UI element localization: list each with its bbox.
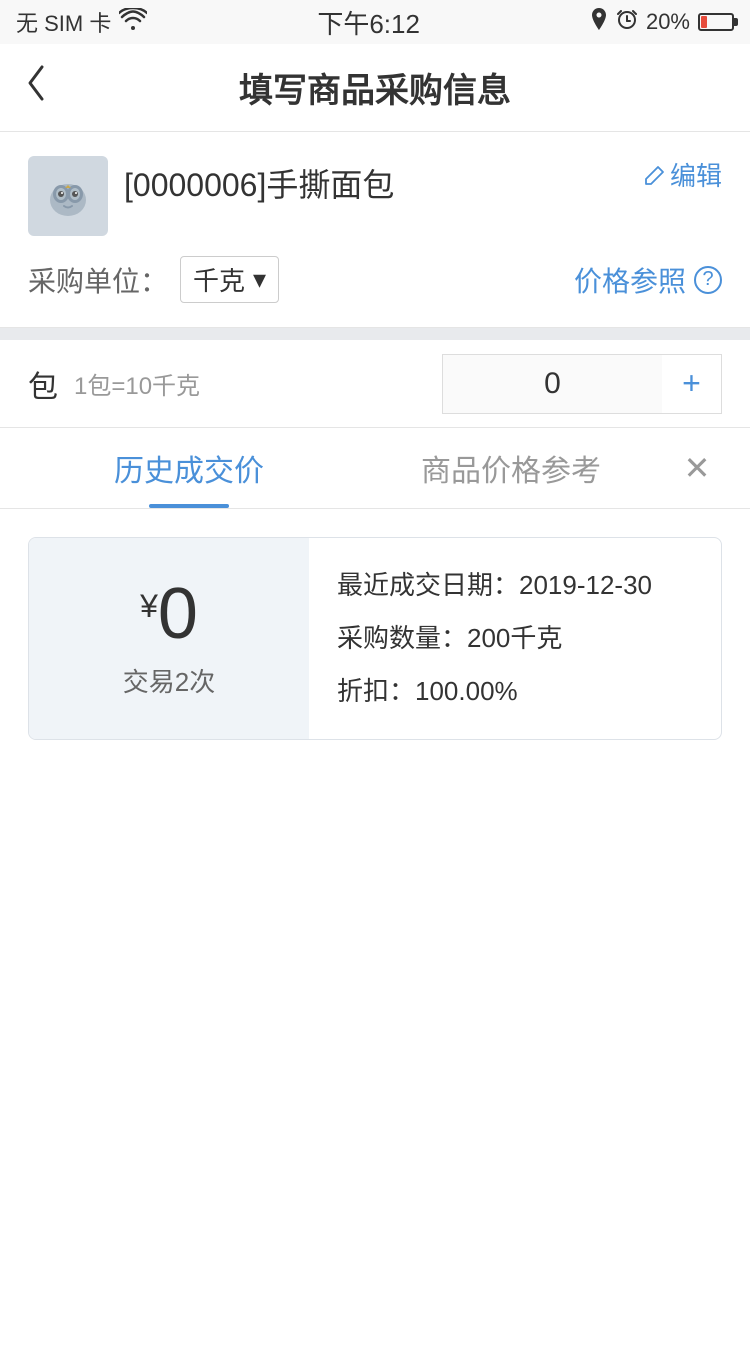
battery-percent: 20% <box>646 9 690 35</box>
quantity-row: 包 1包=10千克 + <box>0 340 750 428</box>
price-card-right: 最近成交日期：2019-12-30 采购数量：200千克 折扣：100.00% <box>309 538 721 739</box>
price-amount: 0 <box>158 578 198 650</box>
quantity-input[interactable] <box>442 354 662 414</box>
wifi-icon <box>119 8 147 36</box>
unit-label: 采购单位： <box>28 260 168 300</box>
tab-history-price-label: 历史成交价 <box>114 446 264 490</box>
status-right: 20% <box>590 8 734 36</box>
status-time: 下午6:12 <box>317 4 420 41</box>
tab-active-indicator <box>149 504 229 508</box>
product-left: [0000006]手撕面包 <box>28 156 394 236</box>
price-card: ¥ 0 交易2次 最近成交日期：2019-12-30 采购数量：200千克 折扣… <box>28 537 722 740</box>
back-button[interactable] <box>24 63 48 112</box>
unit-select[interactable]: 千克 ▾ <box>180 256 279 303</box>
page-title: 填写商品采购信息 <box>239 63 511 112</box>
tab-history-price[interactable]: 历史成交价 <box>28 428 350 508</box>
tab-close-button[interactable]: ✕ <box>672 443 722 493</box>
purchase-qty-row: 采购数量：200千克 <box>337 619 693 658</box>
discount-label: 折扣： <box>337 676 415 706</box>
recent-date-label: 最近成交日期： <box>337 570 519 600</box>
status-left: 无 SIM 卡 <box>16 6 147 38</box>
recent-date-value: 2019-12-30 <box>519 570 652 600</box>
currency-symbol: ¥ <box>140 588 158 625</box>
quantity-sub-label: 1包=10千克 <box>74 366 200 401</box>
edit-label: 编辑 <box>670 156 722 193</box>
tab-product-price-ref[interactable]: 商品价格参考 <box>350 428 672 508</box>
quantity-input-group: + <box>442 354 722 414</box>
alarm-icon <box>616 8 638 36</box>
tabs-header: 历史成交价 商品价格参考 ✕ <box>0 428 750 508</box>
purchase-qty-label: 采购数量： <box>337 623 467 653</box>
unit-value: 千克 <box>193 261 245 298</box>
section-divider <box>0 328 750 340</box>
price-amount-display: ¥ 0 <box>140 578 198 650</box>
bottom-area <box>0 768 750 1368</box>
purchase-qty-value: 200千克 <box>467 623 562 653</box>
sim-status: 无 SIM 卡 <box>16 6 111 38</box>
tabs-container: 历史成交价 商品价格参考 ✕ <box>0 428 750 509</box>
quantity-plus-button[interactable]: + <box>662 354 722 414</box>
price-card-container: ¥ 0 交易2次 最近成交日期：2019-12-30 采购数量：200千克 折扣… <box>0 509 750 768</box>
battery-icon <box>698 13 734 31</box>
product-unit-row: 采购单位： 千克 ▾ 价格参照 ? <box>28 256 722 303</box>
help-icon: ? <box>694 266 722 294</box>
plus-icon: + <box>682 365 701 402</box>
quantity-left: 包 1包=10千克 <box>28 362 200 406</box>
nav-bar: 填写商品采购信息 <box>0 44 750 132</box>
discount-value: 100.00% <box>415 676 518 706</box>
close-icon: ✕ <box>684 449 711 487</box>
recent-date-row: 最近成交日期：2019-12-30 <box>337 566 693 605</box>
product-name: [0000006]手撕面包 <box>124 160 394 206</box>
status-bar: 无 SIM 卡 下午6:12 20% <box>0 0 750 44</box>
edit-button[interactable]: 编辑 <box>644 156 722 193</box>
product-thumbnail <box>28 156 108 236</box>
price-ref-label: 价格参照 <box>574 260 686 300</box>
product-logo <box>40 168 96 224</box>
product-card: [0000006]手撕面包 编辑 采购单位： 千克 ▾ 价格参照 ? <box>0 132 750 328</box>
location-icon <box>590 8 608 36</box>
price-reference-button[interactable]: 价格参照 ? <box>574 260 722 300</box>
discount-row: 折扣：100.00% <box>337 672 693 711</box>
price-trade-count: 交易2次 <box>123 662 215 699</box>
unit-dropdown-arrow: ▾ <box>253 264 266 295</box>
product-header: [0000006]手撕面包 编辑 <box>28 156 722 236</box>
price-card-left: ¥ 0 交易2次 <box>29 538 309 739</box>
tab-product-price-ref-label: 商品价格参考 <box>421 446 601 490</box>
quantity-unit-label: 包 <box>28 362 58 406</box>
